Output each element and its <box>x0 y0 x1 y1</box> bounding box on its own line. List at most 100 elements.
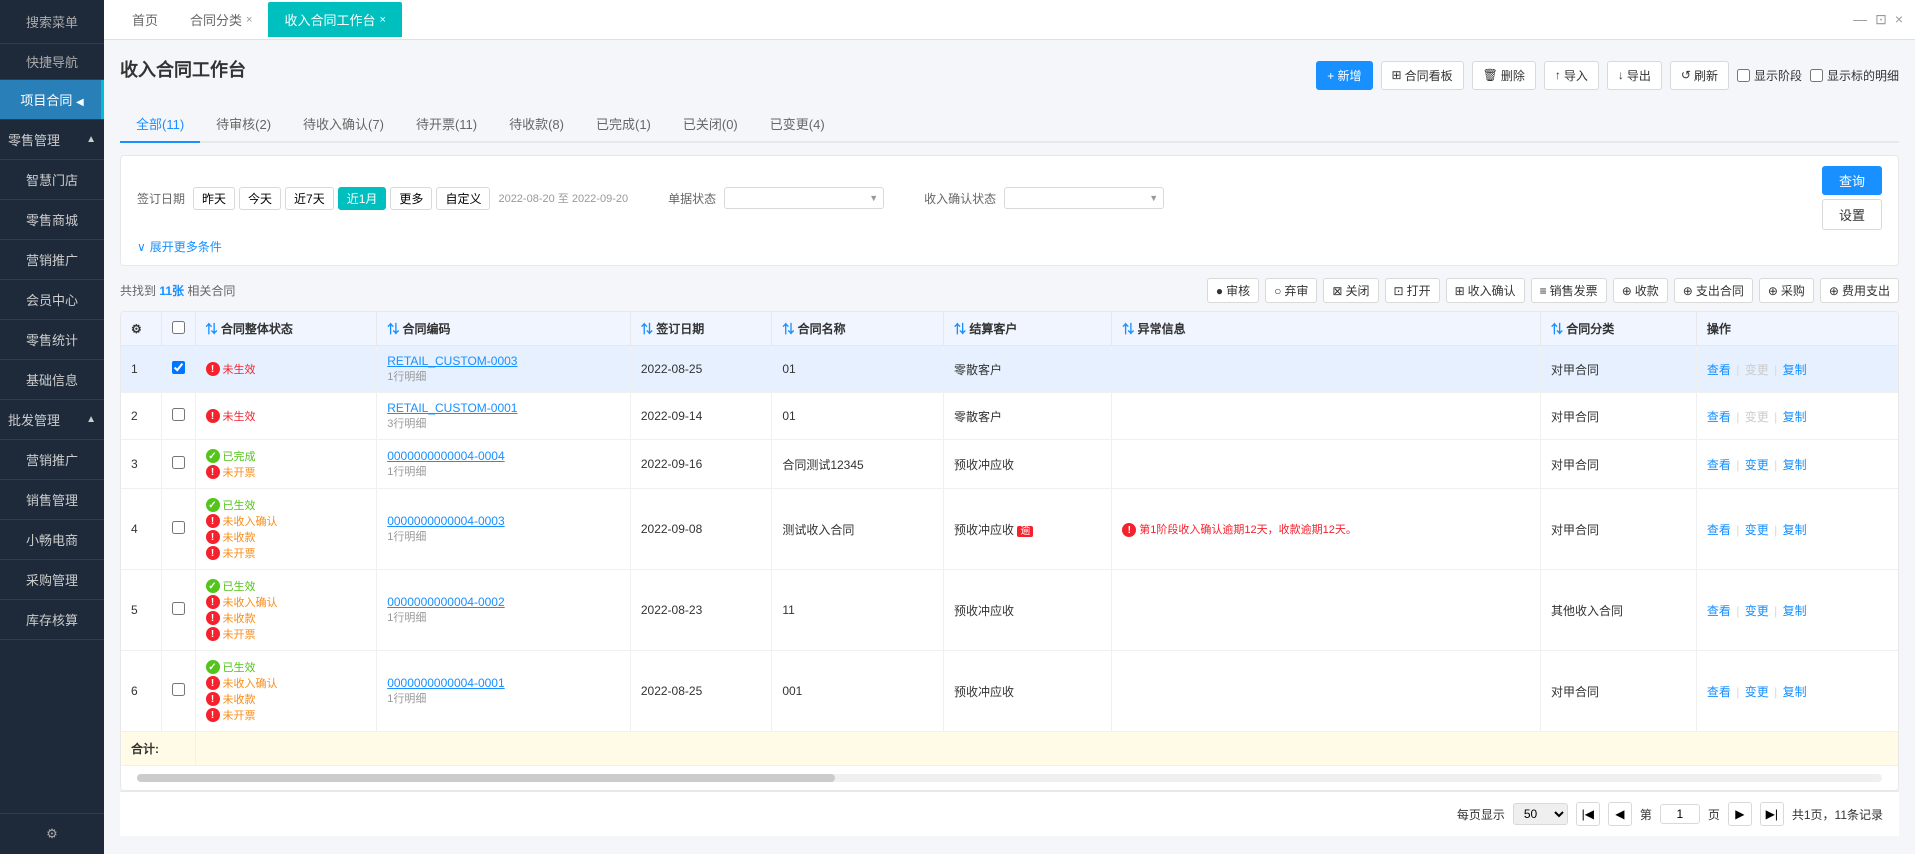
close-icon[interactable]: × <box>246 14 252 26</box>
query-button[interactable]: 查询 <box>1822 166 1882 195</box>
contract-link[interactable]: RETAIL_CUSTOM-0003 <box>387 354 517 368</box>
view-op[interactable]: 查看 <box>1707 523 1731 537</box>
contract-link[interactable]: 0000000000004-0004 <box>387 449 504 463</box>
copy-op[interactable]: 复制 <box>1783 523 1807 537</box>
tab-contract-cat[interactable]: 合同分类 × <box>174 2 268 37</box>
export-button[interactable]: ↓ 导出 <box>1607 61 1662 90</box>
delete-button[interactable]: 🗑 删除 <box>1472 61 1536 90</box>
next-page-btn[interactable]: ▶ <box>1728 802 1752 826</box>
import-button[interactable]: ↑ 导入 <box>1544 61 1599 90</box>
expand-filter-btn[interactable]: ∨ 展开更多条件 <box>137 238 1882 255</box>
horizontal-scrollbar[interactable] <box>121 766 1898 790</box>
contract-link[interactable]: 0000000000004-0002 <box>387 595 504 609</box>
sidebar-item-basic-info[interactable]: 基础信息 <box>0 360 104 400</box>
doc-status-select[interactable] <box>724 187 884 209</box>
contract-board-button[interactable]: ⊞ 合同看板 <box>1381 61 1464 90</box>
expense-contract-btn[interactable]: ⊕ 支出合同 <box>1674 278 1753 303</box>
open-btn[interactable]: ⊡ 打开 <box>1385 278 1440 303</box>
review-btn[interactable]: ● 审核 <box>1207 278 1259 303</box>
scroll-thumb[interactable] <box>137 774 835 782</box>
sales-invoice-btn[interactable]: ≡ 销售发票 <box>1531 278 1607 303</box>
date-btn-custom[interactable]: 自定义 <box>436 187 490 210</box>
date-btn-yesterday[interactable]: 昨天 <box>193 187 235 210</box>
tab-income-workbench[interactable]: 收入合同工作台 × <box>268 2 401 37</box>
sidebar-item-smart-store[interactable]: 智慧门店 <box>0 160 104 200</box>
filter-tab-pending-income[interactable]: 待收入确认(7) <box>287 106 400 143</box>
select-all-checkbox[interactable] <box>172 321 185 334</box>
close-icon2[interactable]: × <box>379 14 385 26</box>
col-settings[interactable]: ⚙ <box>121 312 161 346</box>
prev-page-btn[interactable]: ◀ <box>1608 802 1632 826</box>
copy-op[interactable]: 复制 <box>1783 685 1807 699</box>
view-op[interactable]: 查看 <box>1707 410 1731 424</box>
new-button[interactable]: + 新增 <box>1316 61 1372 90</box>
change-op[interactable]: 变更 <box>1745 685 1769 699</box>
copy-op[interactable]: 复制 <box>1783 363 1807 377</box>
tab-home[interactable]: 首页 <box>116 2 174 37</box>
refresh-button[interactable]: ↺ 刷新 <box>1670 61 1729 90</box>
sidebar-item-marketing[interactable]: 营销推广 <box>0 240 104 280</box>
contract-link[interactable]: 0000000000004-0001 <box>387 676 504 690</box>
change-op[interactable]: 变更 <box>1745 458 1769 472</box>
minimize-icon[interactable]: — <box>1853 11 1867 28</box>
sidebar-item-purchase-mgmt[interactable]: 采购管理 <box>0 560 104 600</box>
income-confirm-select[interactable] <box>1004 187 1164 209</box>
row-checkbox[interactable] <box>161 651 195 732</box>
sidebar-quick-nav[interactable]: 快捷导航 <box>0 44 104 80</box>
row-checkbox[interactable] <box>161 346 195 393</box>
filter-tab-closed[interactable]: 已关闭(0) <box>667 106 754 143</box>
copy-op[interactable]: 复制 <box>1783 458 1807 472</box>
row-checkbox[interactable] <box>161 570 195 651</box>
filter-tab-completed[interactable]: 已完成(1) <box>580 106 667 143</box>
sidebar-item-wholesale-mgmt[interactable]: 批发管理 ▲ <box>0 400 104 440</box>
date-btn-today[interactable]: 今天 <box>239 187 281 210</box>
row-checkbox[interactable] <box>161 489 195 570</box>
show-stages-checkbox[interactable]: 显示阶段 <box>1737 67 1802 84</box>
filter-tab-pending-review[interactable]: 待审核(2) <box>200 106 287 143</box>
row-checkbox[interactable] <box>161 393 195 440</box>
close-window-icon[interactable]: × <box>1895 11 1903 28</box>
first-page-btn[interactable]: |◀ <box>1576 802 1600 826</box>
last-page-btn[interactable]: ▶| <box>1760 802 1784 826</box>
sidebar-item-retail-shop[interactable]: 零售商城 <box>0 200 104 240</box>
payment-btn[interactable]: ⊕ 收款 <box>1613 278 1668 303</box>
sidebar-item-sales-mgmt[interactable]: 销售管理 <box>0 480 104 520</box>
view-op[interactable]: 查看 <box>1707 363 1731 377</box>
filter-tab-pending-payment[interactable]: 待收款(8) <box>493 106 580 143</box>
sidebar-item-retail-mgmt[interactable]: 零售管理 ▲ <box>0 120 104 160</box>
view-op[interactable]: 查看 <box>1707 458 1731 472</box>
change-op[interactable]: 变更 <box>1745 410 1769 424</box>
change-op[interactable]: 变更 <box>1745 523 1769 537</box>
filter-tab-changed[interactable]: 已变更(4) <box>754 106 841 143</box>
sidebar-item-xiaochu[interactable]: 小畅电商 <box>0 520 104 560</box>
copy-op[interactable]: 复制 <box>1783 410 1807 424</box>
filter-tab-pending-invoice[interactable]: 待开票(11) <box>400 106 493 143</box>
copy-op[interactable]: 复制 <box>1783 604 1807 618</box>
change-op[interactable]: 变更 <box>1745 604 1769 618</box>
date-btn-more[interactable]: 更多 <box>390 187 432 210</box>
setting-button[interactable]: 设置 <box>1822 199 1882 230</box>
sidebar-item-marketing2[interactable]: 营销推广 <box>0 440 104 480</box>
change-op[interactable]: 变更 <box>1745 363 1769 377</box>
view-op[interactable]: 查看 <box>1707 604 1731 618</box>
row-checkbox[interactable] <box>161 440 195 489</box>
sidebar-item-retail-stats[interactable]: 零售统计 <box>0 320 104 360</box>
sidebar-item-member[interactable]: 会员中心 <box>0 280 104 320</box>
contract-link[interactable]: 0000000000004-0003 <box>387 514 504 528</box>
sidebar-item-project[interactable]: 项目合同 ◀ <box>0 80 104 120</box>
close-btn[interactable]: ⊠ 关闭 <box>1323 278 1378 303</box>
expense-pay-btn[interactable]: ⊕ 费用支出 <box>1820 278 1899 303</box>
sidebar-item-inventory[interactable]: 库存核算 <box>0 600 104 640</box>
page-size-select[interactable]: 50 20 100 <box>1513 803 1568 825</box>
date-btn-1month[interactable]: 近1月 <box>338 187 387 210</box>
date-btn-7days[interactable]: 近7天 <box>285 187 334 210</box>
purchase-btn[interactable]: ⊕ 采购 <box>1759 278 1814 303</box>
sidebar-search[interactable]: 搜索菜单 <box>0 0 104 44</box>
view-op[interactable]: 查看 <box>1707 685 1731 699</box>
income-confirm-btn[interactable]: ⊞ 收入确认 <box>1446 278 1525 303</box>
contract-link[interactable]: RETAIL_CUSTOM-0001 <box>387 401 517 415</box>
maximize-icon[interactable]: ⊡ <box>1875 11 1887 28</box>
abandon-btn[interactable]: ○ 弃审 <box>1265 278 1317 303</box>
filter-tab-all[interactable]: 全部(11) <box>120 106 200 143</box>
sidebar-settings[interactable]: ⚙ <box>0 813 104 854</box>
